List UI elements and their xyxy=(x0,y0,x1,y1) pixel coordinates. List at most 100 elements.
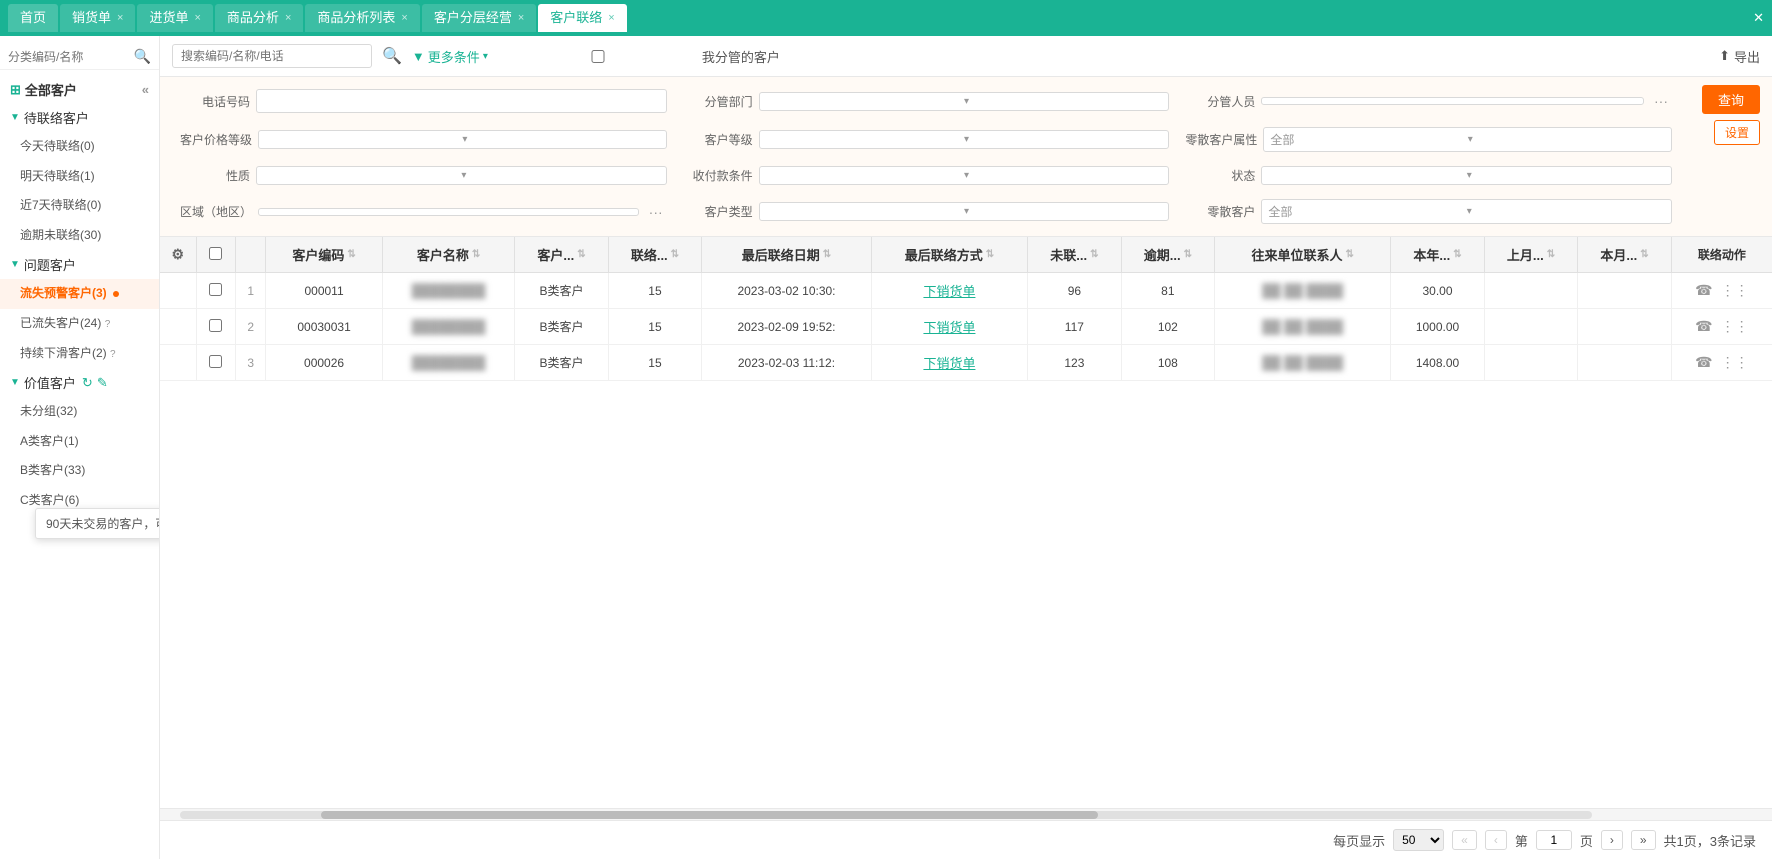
th-type[interactable]: 客户... ⇅ xyxy=(515,237,608,273)
th-last-method[interactable]: 最后联络方式 ⇅ xyxy=(871,237,1027,273)
horizontal-scrollbar[interactable] xyxy=(180,811,1592,819)
sidebar-item-week[interactable]: 近7天待联络(0) xyxy=(0,191,159,221)
sort-overdue-icon: ⇅ xyxy=(1184,249,1192,260)
tab-analysis-list[interactable]: 商品分析列表 × xyxy=(305,4,419,32)
more-conditions-button[interactable]: ▼ 更多条件 ▾ xyxy=(412,47,488,66)
zero-customer-select[interactable]: 全部 ▾ xyxy=(1261,199,1672,224)
th-this-month[interactable]: 本月... ⇅ xyxy=(1578,237,1671,273)
phone-input[interactable] xyxy=(256,89,667,113)
last-page-button[interactable]: » xyxy=(1631,830,1656,850)
row-select-checkbox-2[interactable] xyxy=(209,355,222,368)
next-page-button[interactable]: › xyxy=(1601,830,1623,850)
person-select[interactable] xyxy=(1261,97,1644,105)
sidebar-collapse-icon[interactable]: « xyxy=(142,82,149,97)
row-select-checkbox-0[interactable] xyxy=(209,283,222,296)
tab-customer-contact[interactable]: 客户联络 × xyxy=(538,4,626,32)
level-select[interactable]: ▾ xyxy=(759,130,1170,149)
th-last-date[interactable]: 最后联络日期 ⇅ xyxy=(702,237,872,273)
tab-purchase[interactable]: 进货单 × xyxy=(137,4,212,32)
tab-purchase-close[interactable]: × xyxy=(194,4,200,32)
th-name[interactable]: 客户名称 ⇅ xyxy=(382,237,514,273)
th-overdue[interactable]: 逾期... ⇅ xyxy=(1121,237,1214,273)
sort-tmonth-icon: ⇅ xyxy=(1640,249,1648,260)
row-type-2: B类客户 xyxy=(515,345,608,381)
th-not-contacted[interactable]: 未联... ⇅ xyxy=(1028,237,1121,273)
tab-analysis-close[interactable]: × xyxy=(285,4,291,32)
sidebar-item-declining[interactable]: 持续下滑客户(2) ? xyxy=(0,339,159,369)
th-this-year[interactable]: 本年... ⇅ xyxy=(1391,237,1484,273)
sidebar-item-ungrouped[interactable]: 未分组(32) xyxy=(0,397,159,427)
tab-customer-layer-close[interactable]: × xyxy=(518,4,524,32)
tab-analysis-list-close[interactable]: × xyxy=(401,4,407,32)
search-button[interactable]: 🔍 xyxy=(382,46,402,66)
select-all-checkbox[interactable] xyxy=(209,247,222,260)
sidebar-all-customers[interactable]: ⊞ 全部客户 « xyxy=(0,76,159,103)
sidebar-item-overdue[interactable]: 逾期未联络(30) xyxy=(0,221,159,251)
sidebar-item-a-class[interactable]: A类客户(1) xyxy=(0,427,159,457)
tab-sales-close[interactable]: × xyxy=(117,4,123,32)
top-tab-bar: 首页 销货单 × 进货单 × 商品分析 × 商品分析列表 × 客户分层经营 × … xyxy=(0,0,1772,36)
edit-icon[interactable]: ✎ xyxy=(97,375,108,391)
customer-type-select[interactable]: ▾ xyxy=(759,202,1170,221)
tab-sales[interactable]: 销货单 × xyxy=(60,4,135,32)
page-number-input[interactable] xyxy=(1536,830,1572,850)
action-more-icon-0[interactable]: ⋮⋮ xyxy=(1721,282,1749,299)
prev-page-button[interactable]: ‹ xyxy=(1485,830,1507,850)
sidebar-group-problem[interactable]: ▼ 问题客户 xyxy=(0,250,159,279)
sidebar-search-input[interactable] xyxy=(8,50,134,64)
row-last-method-0[interactable]: 下销货单 xyxy=(871,273,1027,309)
refresh-icon[interactable]: ↻ xyxy=(82,375,93,391)
price-level-select[interactable]: ▾ xyxy=(258,130,667,149)
region-select[interactable] xyxy=(258,208,639,216)
level-arrow-icon: ▾ xyxy=(964,134,1162,145)
nature-select[interactable]: ▾ xyxy=(256,166,667,185)
action-more-icon-1[interactable]: ⋮⋮ xyxy=(1721,318,1749,335)
row-last-method-1[interactable]: 下销货单 xyxy=(871,309,1027,345)
payment-arrow-icon: ▾ xyxy=(964,170,1162,181)
payment-select[interactable]: ▾ xyxy=(759,166,1170,185)
dept-select[interactable]: ▾ xyxy=(759,92,1170,111)
action-contact-icon-1[interactable]: ☎ xyxy=(1695,318,1712,335)
th-contact[interactable]: 联络... ⇅ xyxy=(608,237,701,273)
sidebar-item-tomorrow[interactable]: 明天待联络(1) xyxy=(0,162,159,192)
tab-customer-layer[interactable]: 客户分层经营 × xyxy=(422,4,536,32)
search-input[interactable] xyxy=(172,44,372,68)
th-last-month[interactable]: 上月... ⇅ xyxy=(1484,237,1577,273)
sidebar-item-churned[interactable]: 已流失客户(24) ? xyxy=(0,309,159,339)
per-page-select[interactable]: 50 100 200 xyxy=(1393,829,1444,851)
sidebar-group-pending[interactable]: ▼ 待联络客户 xyxy=(0,103,159,132)
action-more-icon-2[interactable]: ⋮⋮ xyxy=(1721,354,1749,371)
main-layout: 🔍 ⊞ 全部客户 « ▼ 待联络客户 今天待联络(0) 明天待联络(1) 近7天… xyxy=(0,36,1772,859)
person-dots[interactable]: ··· xyxy=(1650,93,1672,109)
row-checkbox-1 xyxy=(196,309,236,345)
my-customers-checkbox[interactable] xyxy=(498,50,698,63)
pagination-bar: 每页显示 50 100 200 « ‹ 第 页 › » 共1页，3条记录 xyxy=(160,820,1772,859)
th-code[interactable]: 客户编码 ⇅ xyxy=(266,237,383,273)
row-select-checkbox-1[interactable] xyxy=(209,319,222,332)
row-settings-1 xyxy=(160,309,196,345)
region-dots[interactable]: ··· xyxy=(645,204,667,220)
row-last-method-2[interactable]: 下销货单 xyxy=(871,345,1027,381)
zero-attr-arrow-icon: ▾ xyxy=(1468,134,1665,145)
th-unit-contact[interactable]: 往来单位联系人 ⇅ xyxy=(1215,237,1391,273)
tab-analysis[interactable]: 商品分析 × xyxy=(215,4,303,32)
status-select[interactable]: ▾ xyxy=(1261,166,1672,185)
query-button[interactable]: 查询 xyxy=(1702,85,1760,114)
sidebar-item-b-class[interactable]: B类客户(33) xyxy=(0,456,159,486)
action-contact-icon-0[interactable]: ☎ xyxy=(1695,282,1712,299)
content-area: 🔍 ▼ 更多条件 ▾ 我分管的客户 ⬆ 导出 xyxy=(160,36,1772,859)
action-contact-icon-2[interactable]: ☎ xyxy=(1695,354,1712,371)
sidebar-group-value[interactable]: ▼ 价值客户 ↻ ✎ xyxy=(0,368,159,397)
zero-attr-select[interactable]: 全部 ▾ xyxy=(1263,127,1672,152)
export-button[interactable]: ⬆ 导出 xyxy=(1719,47,1760,66)
row-this-month-0 xyxy=(1578,273,1671,309)
row-contact-2: 15 xyxy=(608,345,701,381)
close-all-button[interactable]: ✕ xyxy=(1753,9,1764,27)
sidebar-item-today[interactable]: 今天待联络(0) xyxy=(0,132,159,162)
filter-settings-button[interactable]: 设置 xyxy=(1714,120,1760,145)
first-page-button[interactable]: « xyxy=(1452,830,1477,850)
tab-home[interactable]: 首页 xyxy=(8,4,58,32)
column-settings-icon[interactable]: ⚙ xyxy=(171,246,184,262)
tab-customer-contact-close[interactable]: × xyxy=(608,4,614,32)
sidebar-item-churn-warning[interactable]: 流失预警客户(3) xyxy=(0,279,159,309)
